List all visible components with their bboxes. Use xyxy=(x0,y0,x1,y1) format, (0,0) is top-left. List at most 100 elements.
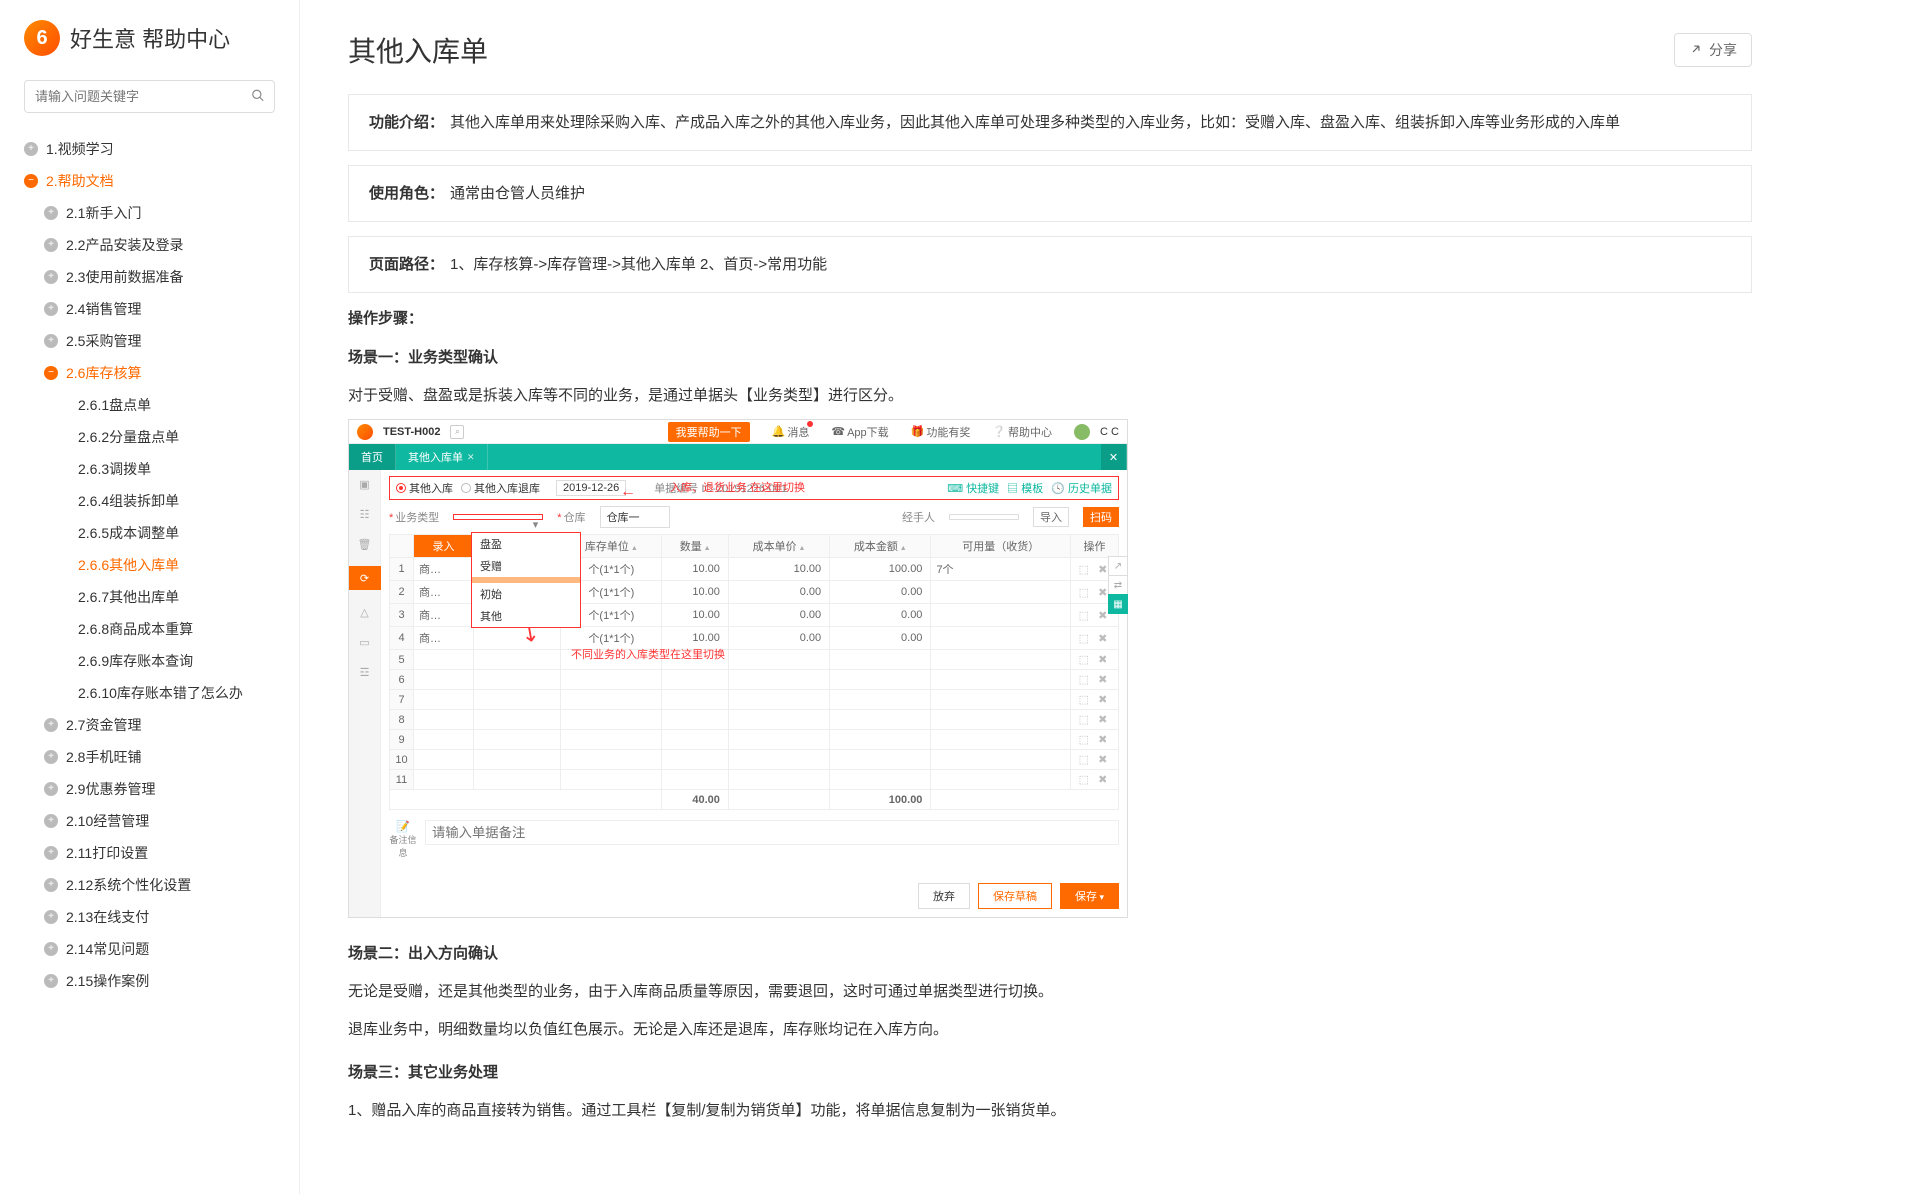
nav-label: 2.6.8商品成本重算 xyxy=(78,619,193,639)
nav-item-2-6-8[interactable]: 2.6.8商品成本重算 xyxy=(24,613,275,645)
nav-label: 2.6.5成本调整单 xyxy=(78,523,179,543)
plus-icon xyxy=(44,750,58,764)
nav-item-2-6-4[interactable]: 2.6.4组装拆卸单 xyxy=(24,485,275,517)
nav-item-2-7[interactable]: 2.7资金管理 xyxy=(24,709,275,741)
nav-label: 2.15操作案例 xyxy=(66,971,149,991)
rail-icon: ☲ xyxy=(357,664,373,680)
scene1-text: 对于受赠、盘盈或是拆装入库等不同的业务，是通过单据头【业务类型】进行区分。 xyxy=(348,381,1752,411)
nav-label: 2.14常见问题 xyxy=(66,939,149,959)
discard-btn: 放弃 xyxy=(918,883,970,909)
nav-item-2-6-6[interactable]: 2.6.6其他入库单 xyxy=(24,549,275,581)
dropdown-opt: 初始 xyxy=(472,583,580,605)
steps-heading: 操作步骤： xyxy=(348,307,1752,328)
role-text: 通常由仓管人员维护 xyxy=(450,185,585,202)
minus-icon xyxy=(24,174,38,188)
plus-icon xyxy=(44,334,58,348)
nav-item-docs[interactable]: 2.帮助文档 xyxy=(24,165,275,197)
shot-rail: ▣ ☷ 🗑 ⟳ △ ▭ ☲ xyxy=(349,470,381,917)
nav-item-2-6-3[interactable]: 2.6.3调拨单 xyxy=(24,453,275,485)
search-input[interactable] xyxy=(24,80,275,113)
nav-item-2-1[interactable]: 2.1新手入门 xyxy=(24,197,275,229)
th: 可用量（收货） xyxy=(931,535,1071,558)
nav-item-2-5[interactable]: 2.5采购管理 xyxy=(24,325,275,357)
nav-item-2-14[interactable]: 2.14常见问题 xyxy=(24,933,275,965)
sum-amt: 100.00 xyxy=(830,790,931,810)
warehouse-field: 仓库一 xyxy=(600,506,670,528)
annotation: 入库、退货业务 在这里切换 xyxy=(670,479,805,495)
doc-tools: ⌨ 快捷键 ▤ 模板 🕓 历史单据 xyxy=(947,480,1112,496)
intro-box: 功能介绍：其他入库单用来处理除采购入库、产成品入库之外的其他入库业务，因此其他入… xyxy=(348,94,1752,151)
plus-icon xyxy=(44,814,58,828)
role-label: 使用角色： xyxy=(369,185,444,202)
draft-btn: 保存草稿 xyxy=(978,883,1052,909)
th: 成本单价 xyxy=(728,535,829,558)
nav-label: 2.6.10库存账本错了怎么办 xyxy=(78,683,243,703)
bell-icon: 🔔消息 xyxy=(772,424,810,440)
nav-item-2-13[interactable]: 2.13在线支付 xyxy=(24,901,275,933)
rail-icon: 🗑 xyxy=(357,536,373,552)
plus-icon xyxy=(24,142,38,156)
nav-item-video[interactable]: 1.视频学习 xyxy=(24,133,275,165)
nav-label: 2.7资金管理 xyxy=(66,715,141,735)
nav-item-2-6[interactable]: 2.6库存核算 xyxy=(24,357,275,389)
msg-label: 消息 xyxy=(787,424,809,440)
site-logo[interactable]: 6 好生意 帮助中心 xyxy=(24,20,275,56)
close-icon: ✕ xyxy=(467,452,475,463)
share-button[interactable]: 分享 xyxy=(1674,33,1752,67)
radio-ret: 其他入库退库 xyxy=(461,480,540,496)
nav-label: 2.5采购管理 xyxy=(66,331,141,351)
minus-icon xyxy=(44,366,58,380)
plus-icon xyxy=(44,942,58,956)
plus-icon xyxy=(44,302,58,316)
nav-item-2-2[interactable]: 2.2产品安装及登录 xyxy=(24,229,275,261)
plus-icon xyxy=(44,878,58,892)
rail-icon: ▭ xyxy=(357,634,373,650)
nav-item-2-6-2[interactable]: 2.6.2分量盘点单 xyxy=(24,421,275,453)
nav-item-2-10[interactable]: 2.10经营管理 xyxy=(24,805,275,837)
nav-item-2-4[interactable]: 2.4销售管理 xyxy=(24,293,275,325)
close-all-icon: ✕ xyxy=(1101,444,1127,470)
scene3-title: 场景三：其它业务处理 xyxy=(348,1061,1752,1082)
nav-item-2-6-10[interactable]: 2.6.10库存账本错了怎么办 xyxy=(24,677,275,709)
nav-item-2-8[interactable]: 2.8手机旺铺 xyxy=(24,741,275,773)
annotation: 不同业务的入库类型在这里切换 xyxy=(571,646,725,662)
nav-item-2-11[interactable]: 2.11打印设置 xyxy=(24,837,275,869)
table-row: 7⬚ ✖ xyxy=(390,690,1119,710)
nav-item-2-6-7[interactable]: 2.6.7其他出库单 xyxy=(24,581,275,613)
search-box xyxy=(24,80,275,113)
nav-label: 2.6.6其他入库单 xyxy=(78,555,179,575)
nav-item-2-9[interactable]: 2.9优惠券管理 xyxy=(24,773,275,805)
nav-item-2-6-5[interactable]: 2.6.5成本调整单 xyxy=(24,517,275,549)
nav-item-2-6-9[interactable]: 2.6.9库存账本查询 xyxy=(24,645,275,677)
nav-label: 2.11打印设置 xyxy=(66,843,148,863)
table-row: 11⬚ ✖ xyxy=(390,770,1119,790)
rail-icon: ▣ xyxy=(357,476,373,492)
plus-icon xyxy=(44,910,58,924)
nav-label: 2.6.2分量盘点单 xyxy=(78,427,179,447)
main-content: 其他入库单 分享 功能介绍：其他入库单用来处理除采购入库、产成品入库之外的其他入… xyxy=(300,0,1800,1194)
nav-label: 2.6.7其他出库单 xyxy=(78,587,179,607)
path-box: 页面路径：1、库存核算->库存管理->其他入库单 2、首页->常用功能 xyxy=(348,236,1752,293)
nav-item-2-12[interactable]: 2.12系统个性化设置 xyxy=(24,869,275,901)
plus-icon xyxy=(44,238,58,252)
nav-label: 2.13在线支付 xyxy=(66,907,149,927)
rail-icon-active: ⟳ xyxy=(349,566,381,590)
nav-item-2-3[interactable]: 2.3使用前数据准备 xyxy=(24,261,275,293)
scan-btn: 扫码 xyxy=(1083,507,1119,527)
sidebar: 6 好生意 帮助中心 1.视频学习 2.帮助文档 2.1新手入门 2.2产品安装… xyxy=(0,0,300,1194)
nav-item-2-6-1[interactable]: 2.6.1盘点单 xyxy=(24,389,275,421)
nav-label: 2.6.3调拨单 xyxy=(78,459,151,479)
table-row: 5⬚ ✖ xyxy=(390,650,1119,670)
nav-label: 2.帮助文档 xyxy=(46,171,114,191)
table-row: 10⬚ ✖ xyxy=(390,750,1119,770)
intro-text: 其他入库单用来处理除采购入库、产成品入库之外的其他入库业务，因此其他入库单可处理… xyxy=(450,114,1620,131)
doc-head: 其他入库 其他入库退库 2019-12-26 ← 入库、退货业务 在这里切换 单… xyxy=(389,476,1119,500)
share-icon xyxy=(1689,42,1703,59)
nav-item-2-15[interactable]: 2.15操作案例 xyxy=(24,965,275,997)
plus-icon xyxy=(44,718,58,732)
bottom-buttons: 放弃 保存草稿 保存 xyxy=(389,873,1119,909)
path-label: 页面路径： xyxy=(369,256,444,273)
th: 数量 xyxy=(662,535,728,558)
site-name: 好生意 帮助中心 xyxy=(70,22,230,54)
biztype-dropdown: ▾ xyxy=(453,514,543,520)
